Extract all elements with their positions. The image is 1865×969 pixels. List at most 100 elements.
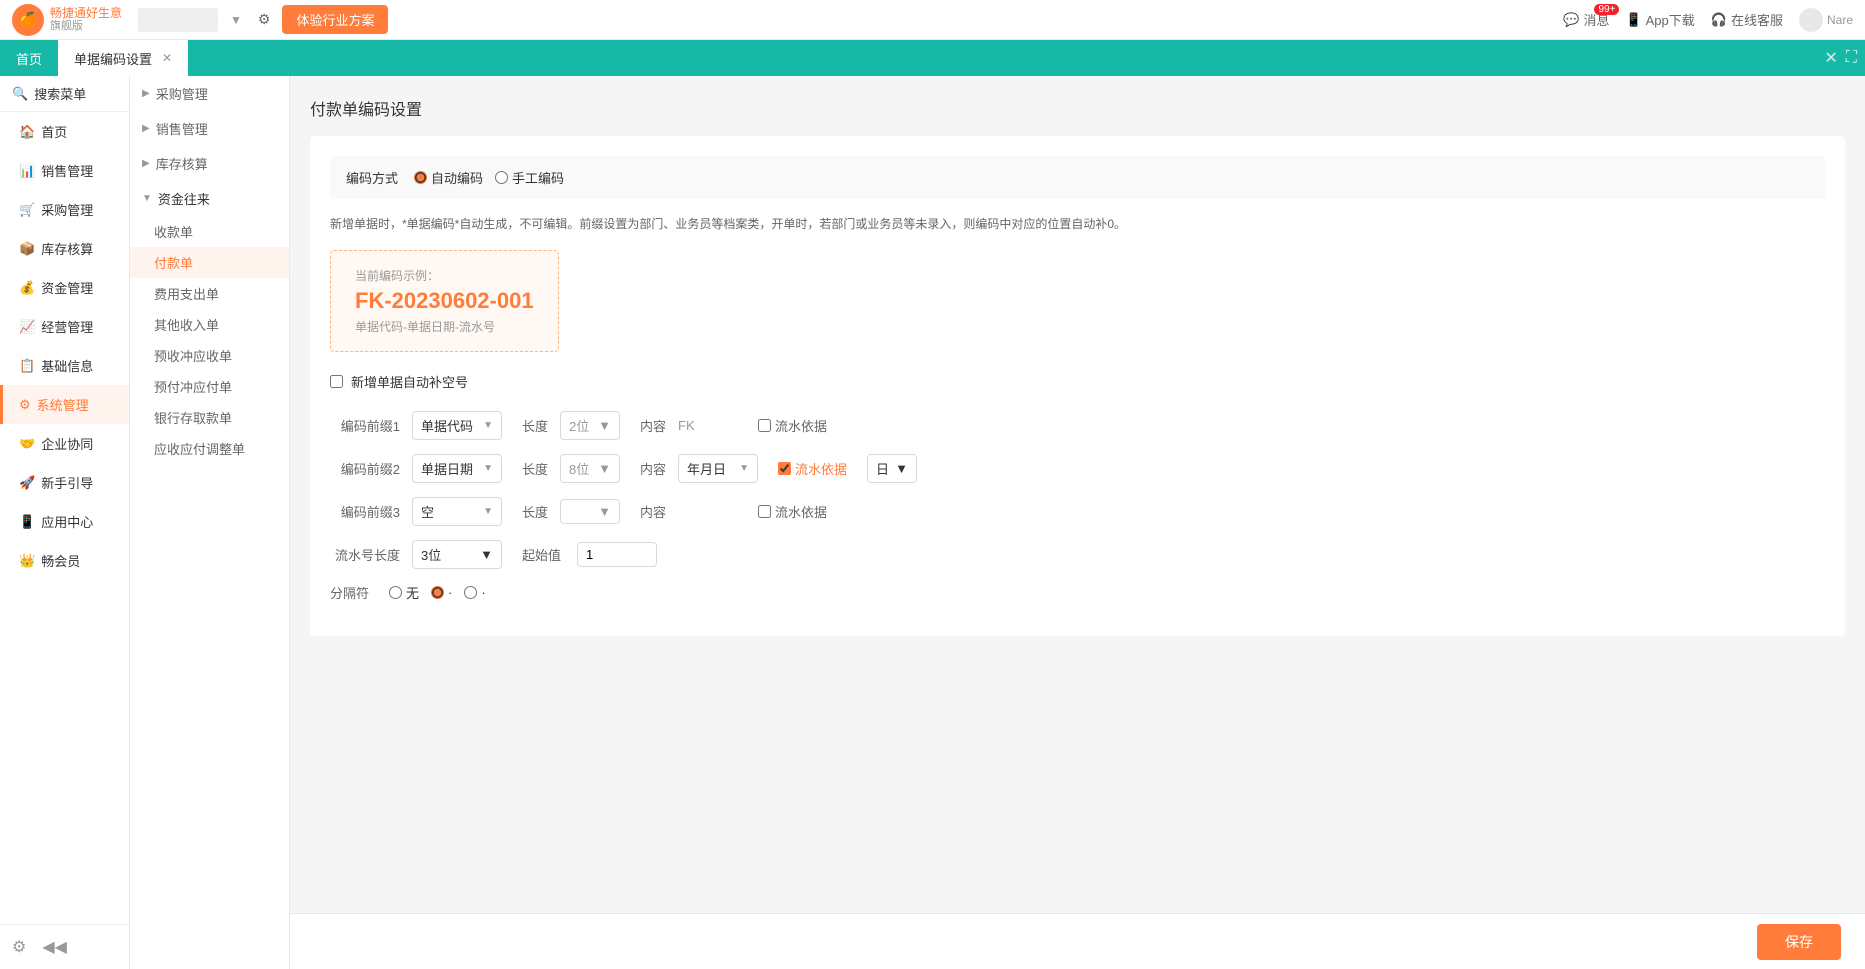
collapse-icon[interactable]: ◀◀ (42, 937, 67, 957)
prefix1-waterflow[interactable]: 流水依据 (758, 416, 827, 435)
system-icon: ⚙ (19, 397, 31, 413)
prefix1-select[interactable]: 单据代码 ▼ (412, 411, 502, 440)
sep-none-input[interactable] (389, 586, 402, 599)
window-close-icon[interactable]: ✕ (1824, 48, 1837, 68)
member-label: 畅会员 (41, 551, 80, 570)
sidebar-item-operation[interactable]: 📈 经营管理 (0, 307, 129, 346)
sidebar-item-system[interactable]: ⚙ 系统管理 (0, 385, 129, 424)
sidebar-item-sales[interactable]: 📊 销售管理 (0, 151, 129, 190)
member-icon: 👑 (19, 553, 35, 569)
online-service-button[interactable]: 🎧 在线客服 (1711, 10, 1783, 29)
prefix2-waterflow-label: 流水依据 (795, 459, 847, 478)
settings-icon[interactable]: ⚙ (254, 7, 275, 32)
prefix2-length-select[interactable]: 8位 ▼ (560, 454, 620, 483)
sidebar-item-apps[interactable]: 📱 应用中心 (0, 502, 129, 541)
manual-encode-input[interactable] (495, 171, 508, 184)
prefix3-length-label: 长度 (522, 502, 548, 521)
auto-fill-checkbox[interactable] (330, 375, 343, 388)
prefix2-waterflow[interactable]: 流水依据 (778, 459, 847, 478)
prefix2-arrow-icon: ▼ (483, 463, 493, 474)
left-nav-other-income[interactable]: 其他收入单 (130, 309, 289, 340)
sidebar-item-guide[interactable]: 🚀 新手引导 (0, 463, 129, 502)
sales-label: 销售管理 (41, 161, 93, 180)
bottom-bar: 保存 (290, 913, 1865, 969)
sep-dot2-input[interactable] (464, 586, 477, 599)
sep-none-label: 无 (406, 583, 419, 602)
prefix1-value: 单据代码 (421, 416, 473, 435)
preview-label: 当前编码示例： (355, 267, 534, 284)
left-nav-stocktaking[interactable]: ▶ 库存核算 (130, 146, 289, 181)
sidebar-item-inventory[interactable]: 📦 库存核算 (0, 229, 129, 268)
finance-label: 资金管理 (41, 278, 93, 297)
manual-encode-radio[interactable]: 手工编码 (495, 168, 564, 187)
prefix2-select[interactable]: 单据日期 ▼ (412, 454, 502, 483)
prefix-row-1: 编码前缀1 单据代码 ▼ 长度 2位 ▼ 内容 FK 流水依据 (330, 411, 1825, 440)
prefix3-waterflow-checkbox[interactable] (758, 505, 771, 518)
prefix3-content-label: 内容 (640, 502, 666, 521)
search-icon: 🔍 (12, 86, 28, 102)
tab-bar: 首页 单据编码设置 ✕ ✕ ⛶ (0, 40, 1865, 76)
left-nav-prepay-recv[interactable]: 预收冲应收单 (130, 340, 289, 371)
prefix1-waterflow-checkbox[interactable] (758, 419, 771, 432)
sidebar-item-basic[interactable]: 📋 基础信息 (0, 346, 129, 385)
sidebar-item-home[interactable]: 🏠 首页 (0, 112, 129, 151)
left-nav-adjust[interactable]: 应收应付调整单 (130, 433, 289, 464)
prefix2-waterflow-checkbox[interactable] (778, 462, 791, 475)
prefix3-select[interactable]: 空 ▼ (412, 497, 502, 526)
left-nav-prepay-pay[interactable]: 预付冲应付单 (130, 371, 289, 402)
left-nav-funds[interactable]: ▼ 资金往来 (130, 181, 289, 216)
sidebar-item-purchase[interactable]: 🛒 采购管理 (0, 190, 129, 229)
stocktaking-group-label: 库存核算 (156, 154, 208, 173)
left-nav-bank[interactable]: 银行存取款单 (130, 402, 289, 433)
separator-label: 分隔符 (330, 583, 369, 602)
left-nav-sales[interactable]: ▶ 销售管理 (130, 111, 289, 146)
separator-radios: 无 · · (389, 583, 486, 602)
nav-dropdown-arrow[interactable]: ▼ (226, 9, 246, 31)
start-input[interactable] (577, 542, 657, 567)
tab-encode-settings[interactable]: 单据编码设置 ✕ (58, 40, 188, 76)
tab-close-icon[interactable]: ✕ (162, 51, 172, 65)
left-nav-purchase[interactable]: ▶ 采购管理 (130, 76, 289, 111)
prefix1-length-select[interactable]: 2位 ▼ (560, 411, 620, 440)
auto-encode-input[interactable] (414, 171, 427, 184)
home-label: 首页 (41, 122, 67, 141)
save-button[interactable]: 保存 (1757, 924, 1841, 960)
prefix1-content-label: 内容 (640, 416, 666, 435)
sidebar-item-member[interactable]: 👑 畅会员 (0, 541, 129, 580)
prefix2-day-select[interactable]: 日 ▼ (867, 454, 917, 483)
preview-structure: 单据代码-单据日期-流水号 (355, 318, 534, 335)
prefix2-length-arrow: ▼ (598, 461, 611, 476)
messages-button[interactable]: 💬 消息 99+ (1563, 10, 1609, 29)
sep-dot1-input[interactable] (431, 586, 444, 599)
sales-arrow-icon: ▶ (142, 123, 150, 134)
prefix3-waterflow[interactable]: 流水依据 (758, 502, 827, 521)
sidebar-item-finance[interactable]: 💰 资金管理 (0, 268, 129, 307)
prefix2-content-select[interactable]: 年月日 ▼ (678, 454, 758, 483)
search-menu[interactable]: 🔍 搜索菜单 (0, 76, 129, 112)
app-download-button[interactable]: 📱 App下载 (1625, 10, 1694, 29)
user-profile[interactable]: Nare (1799, 8, 1853, 32)
left-nav-expense[interactable]: 费用支出单 (130, 278, 289, 309)
encode-method-row: 编码方式 自动编码 手工编码 (330, 156, 1825, 199)
prefix3-length-select[interactable]: ▼ (560, 499, 620, 524)
settings-bottom-icon[interactable]: ⚙ (12, 937, 26, 957)
prefix3-waterflow-label: 流水依据 (775, 502, 827, 521)
basic-icon: 📋 (19, 358, 35, 374)
trial-button[interactable]: 体验行业方案 (282, 5, 388, 34)
sep-none-radio[interactable]: 无 (389, 583, 419, 602)
auto-encode-radio[interactable]: 自动编码 (414, 168, 483, 187)
tab-home[interactable]: 首页 (0, 40, 58, 76)
sep-dot1-radio[interactable]: · (431, 585, 452, 600)
separator-row: 分隔符 无 · · (330, 583, 1825, 602)
sep-dot1-label: · (448, 585, 452, 600)
app-icon: 📱 (1625, 12, 1641, 28)
system-label: 系统管理 (37, 395, 89, 414)
left-nav-receipts[interactable]: 收款单 (130, 216, 289, 247)
prefix-row-3: 编码前缀3 空 ▼ 长度 ▼ 内容 流水依据 (330, 497, 1825, 526)
serial-select[interactable]: 3位 ▼ (412, 540, 502, 569)
sidebar-item-collab[interactable]: 🤝 企业协同 (0, 424, 129, 463)
sep-dot2-radio[interactable]: · (464, 585, 485, 600)
left-nav-payment[interactable]: 付款单 (130, 247, 289, 278)
window-expand-icon[interactable]: ⛶ (1846, 49, 1857, 67)
settings-card: 编码方式 自动编码 手工编码 新增单据时，*单据编码*自动生成，不可编辑。前缀设… (310, 136, 1845, 636)
